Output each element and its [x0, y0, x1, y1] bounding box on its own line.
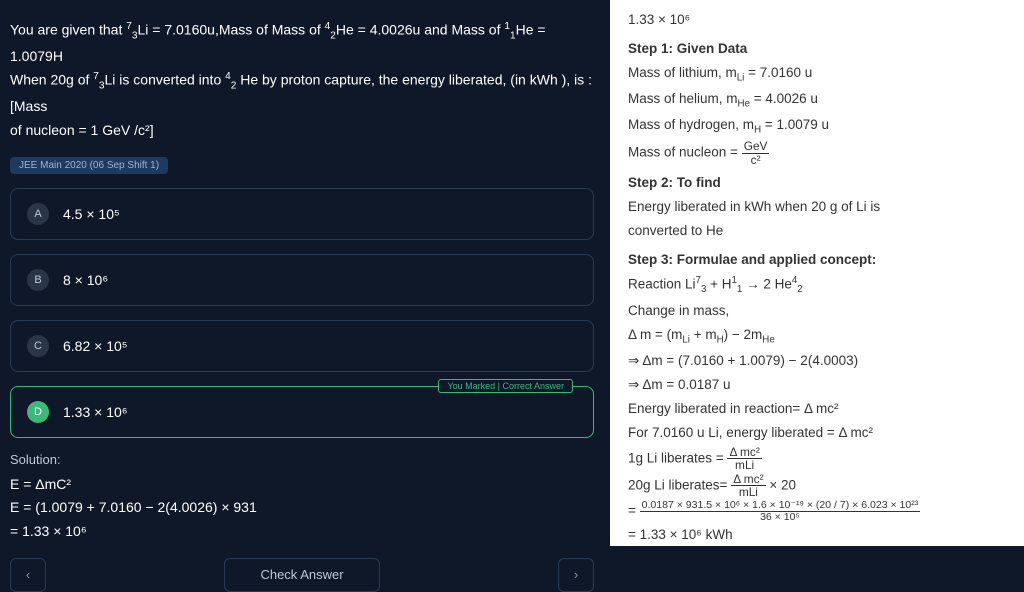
explain-line: Change in mass,	[628, 300, 1006, 323]
chevron-right-icon: ›	[574, 567, 578, 582]
q-text: ,Mass of Mass of	[215, 22, 325, 38]
option-a[interactable]: A 4.5 × 10⁵	[10, 188, 594, 240]
explain-line: = 0.0187 × 931.5 × 10⁶ × 1.6 × 10⁻¹⁹ × (…	[628, 500, 1006, 523]
explain-line: 20g Li liberates= Δ mc²mLi × 20	[628, 473, 1006, 499]
sol-line: = 1.33 × 10⁶	[10, 523, 87, 539]
option-text: 1.33 × 10⁶	[63, 404, 128, 420]
check-answer-button[interactable]: Check Answer	[224, 558, 380, 592]
explain-line: Mass of hydrogen, mH = 1.0079 u	[628, 114, 1006, 139]
explanation-panel: 1.33 × 10⁶ Step 1: Given Data Mass of li…	[610, 0, 1024, 546]
sol-line: E = (1.0079 + 7.0160 − 2(4.0026) × 931	[10, 499, 257, 515]
explain-line: Mass of helium, mHe = 4.0026 u	[628, 88, 1006, 113]
q-text: Li is converted into	[105, 72, 226, 88]
step-1-heading: Step 1: Given Data	[628, 38, 1006, 61]
solution-heading: Solution:	[10, 452, 594, 467]
sol-line: E = ΔmC²	[10, 476, 71, 492]
option-text: 4.5 × 10⁵	[63, 206, 120, 222]
option-text: 8 × 10⁶	[63, 272, 108, 288]
explain-line: ⇒ Δm = (7.0160 + 1.0079) − 2(4.0003)	[628, 350, 1006, 373]
chevron-left-icon: ‹	[26, 567, 30, 582]
solution-body: E = ΔmC² E = (1.0079 + 7.0160 − 2(4.0026…	[10, 473, 594, 544]
option-label: D	[27, 401, 49, 423]
explain-line: ⇒ Δm = 0.0187 u	[628, 374, 1006, 397]
q-text: of nucleon = 1 GeV /c²]	[10, 122, 154, 138]
exam-tag: JEE Main 2020 (06 Sep Shift 1)	[10, 157, 168, 174]
option-label: C	[27, 335, 49, 357]
step-3-heading: Step 3: Formulae and applied concept:	[628, 249, 1006, 272]
q-text: You are given that	[10, 22, 126, 38]
q-text: When 20g of	[10, 72, 93, 88]
q-he4: He = 4.0026u	[336, 22, 420, 38]
explain-line: converted to He	[628, 220, 1006, 243]
explain-top: 1.33 × 10⁶	[628, 9, 1006, 32]
explain-line: Energy liberated in reaction= Δ mc²	[628, 398, 1006, 421]
option-d[interactable]: You Marked | Correct Answer D 1.33 × 10⁶	[10, 386, 594, 438]
question-panel: You are given that 73Li = 7.0160u,Mass o…	[0, 0, 610, 546]
correct-marker: You Marked | Correct Answer	[438, 379, 573, 393]
nav-bar: ‹ Check Answer ›	[10, 558, 594, 592]
q-li: Li = 7.0160u	[137, 22, 214, 38]
explain-line: Energy liberated in kWh when 20 g of Li …	[628, 196, 1006, 219]
explain-line: For 7.0160 u Li, energy liberated = Δ mc…	[628, 422, 1006, 445]
option-label: A	[27, 203, 49, 225]
explain-line: Δ m = (mLi + mH) − 2mHe	[628, 324, 1006, 349]
prev-button[interactable]: ‹	[10, 558, 46, 592]
explain-line: Mass of lithium, mLi = 7.0160 u	[628, 62, 1006, 87]
option-b[interactable]: B 8 × 10⁶	[10, 254, 594, 306]
explain-line: 1g Li liberates = Δ mc²mLi	[628, 446, 1006, 472]
option-label: B	[27, 269, 49, 291]
option-text: 6.82 × 10⁵	[63, 338, 128, 354]
option-c[interactable]: C 6.82 × 10⁵	[10, 320, 594, 372]
explain-final: = 1.33 × 10⁶ kWh	[628, 524, 1006, 546]
q-text: and Mass of	[420, 22, 504, 38]
explain-line: Reaction Li73 + H11 → 2 He42	[628, 273, 1006, 299]
explain-line: Mass of nucleon = GeVc²	[628, 140, 1006, 166]
step-2-heading: Step 2: To find	[628, 172, 1006, 195]
next-button[interactable]: ›	[558, 558, 594, 592]
question-text: You are given that 73Li = 7.0160u,Mass o…	[10, 18, 594, 143]
